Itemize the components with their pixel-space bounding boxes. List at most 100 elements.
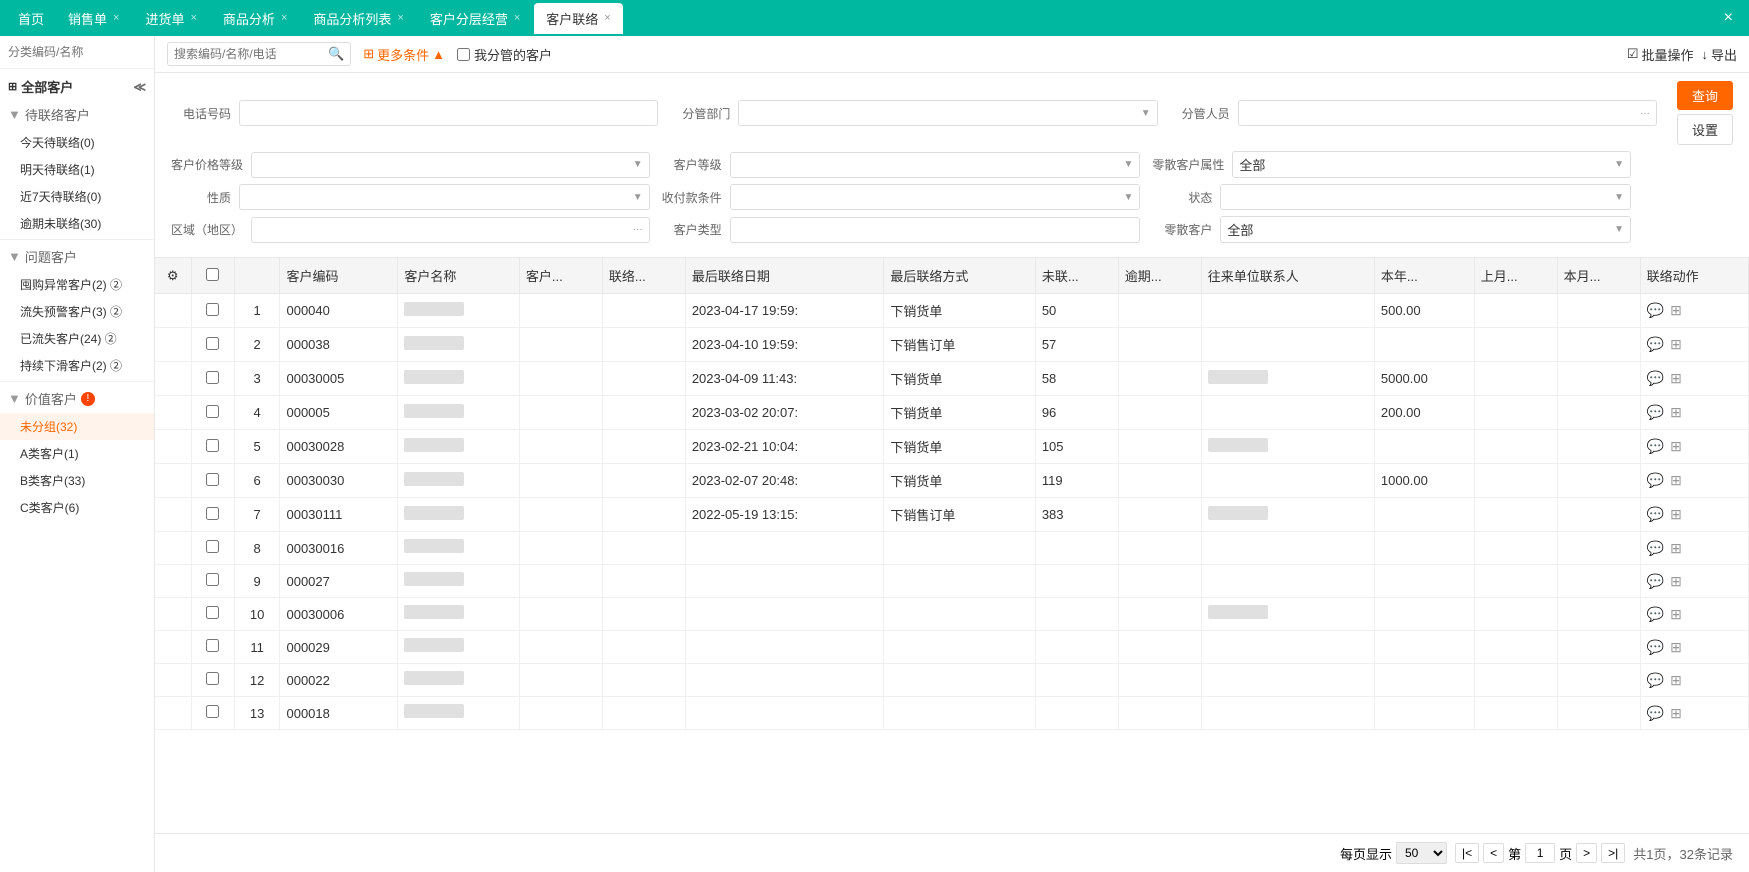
nav-tab-customer-contact[interactable]: 客户联络 ×	[534, 3, 622, 34]
more-action-icon[interactable]: ⊞	[1670, 705, 1682, 722]
nav-tab-customer-layer[interactable]: 客户分层经营 ×	[418, 3, 532, 34]
call-icon[interactable]: 💬	[1647, 438, 1664, 455]
nav-tab-purchase[interactable]: 进货单 ×	[133, 3, 208, 34]
row-checkbox[interactable]	[206, 540, 219, 553]
search-btn[interactable]: 查询	[1677, 81, 1733, 110]
close-product-analysis-tab[interactable]: ×	[281, 12, 287, 24]
sidebar-collapse-btn[interactable]: ≪	[133, 80, 146, 94]
sidebar-item-abnormal[interactable]: 囤购异常客户(2) ②	[0, 271, 154, 298]
more-action-icon[interactable]: ⊞	[1670, 472, 1682, 489]
nav-tab-product-list[interactable]: 商品分析列表 ×	[301, 3, 415, 34]
payment-input[interactable]: ▼	[730, 184, 1141, 210]
call-icon[interactable]: 💬	[1647, 606, 1664, 623]
phone-input[interactable]	[239, 100, 658, 126]
sidebar-item-churned[interactable]: 已流失客户(24) ②	[0, 325, 154, 352]
window-close-btn[interactable]: ×	[1716, 5, 1741, 31]
call-icon[interactable]: 💬	[1647, 336, 1664, 353]
more-action-icon[interactable]: ⊞	[1670, 302, 1682, 319]
more-action-icon[interactable]: ⊞	[1670, 639, 1682, 656]
more-action-icon[interactable]: ⊞	[1670, 540, 1682, 557]
call-icon[interactable]: 💬	[1647, 506, 1664, 523]
call-icon[interactable]: 💬	[1647, 573, 1664, 590]
row-checkbox[interactable]	[206, 705, 219, 718]
sidebar-item-class-b[interactable]: B类客户(33)	[0, 467, 154, 494]
more-action-icon[interactable]: ⊞	[1670, 438, 1682, 455]
row-checkbox[interactable]	[206, 337, 219, 350]
dept-input[interactable]: ▼	[738, 100, 1157, 126]
td-last-contact-way[interactable]: 下销售订单	[884, 498, 1036, 532]
td-last-contact-way[interactable]	[884, 565, 1036, 598]
nav-tab-product-analysis[interactable]: 商品分析 ×	[211, 3, 299, 34]
select-all-checkbox[interactable]	[206, 268, 219, 281]
group-value-customers[interactable]: ▼ 价值客户 !	[0, 384, 154, 413]
td-last-contact-way[interactable]	[884, 532, 1036, 565]
row-checkbox[interactable]	[206, 507, 219, 520]
last-page-btn[interactable]: >|	[1601, 843, 1625, 863]
sidebar-item-overdue[interactable]: 逾期未联络(30)	[0, 210, 154, 237]
more-action-icon[interactable]: ⊞	[1670, 606, 1682, 623]
customer-level-input[interactable]: ▼	[730, 152, 1141, 178]
nav-tab-sales[interactable]: 销售单 ×	[56, 3, 131, 34]
reset-btn[interactable]: 设置	[1677, 114, 1733, 145]
export-btn[interactable]: ↓ 导出	[1701, 45, 1737, 64]
td-last-contact-way[interactable]	[884, 664, 1036, 697]
row-checkbox[interactable]	[206, 606, 219, 619]
call-icon[interactable]: 💬	[1647, 639, 1664, 656]
sidebar-item-class-c[interactable]: C类客户(6)	[0, 494, 154, 521]
more-action-icon[interactable]: ⊞	[1670, 672, 1682, 689]
per-page-select[interactable]: 50 20 100	[1396, 842, 1447, 864]
call-icon[interactable]: 💬	[1647, 705, 1664, 722]
call-icon[interactable]: 💬	[1647, 472, 1664, 489]
customer-type-input[interactable]	[730, 217, 1141, 243]
td-last-contact-way[interactable]: 下销货单	[884, 464, 1036, 498]
first-page-btn[interactable]: |<	[1455, 843, 1479, 863]
last-contact-way-link[interactable]: 下销货单	[890, 406, 942, 421]
last-contact-way-link[interactable]: 下销货单	[890, 372, 942, 387]
close-customer-contact-tab[interactable]: ×	[604, 12, 610, 24]
close-sales-tab[interactable]: ×	[113, 12, 119, 24]
call-icon[interactable]: 💬	[1647, 370, 1664, 387]
retail-attr-input[interactable]: 全部▼	[1232, 151, 1631, 178]
close-customer-layer-tab[interactable]: ×	[514, 12, 520, 24]
price-level-input[interactable]: ▼	[251, 152, 650, 178]
th-settings[interactable]: ⚙	[155, 258, 191, 294]
all-customers-header[interactable]: ⊞ 全部客户 ≪	[0, 69, 154, 100]
more-action-icon[interactable]: ⊞	[1670, 370, 1682, 387]
prev-page-btn[interactable]: <	[1483, 843, 1504, 863]
td-last-contact-way[interactable]: 下销售订单	[884, 328, 1036, 362]
more-action-icon[interactable]: ⊞	[1670, 573, 1682, 590]
sidebar-item-declining[interactable]: 持续下滑客户(2) ②	[0, 352, 154, 379]
row-checkbox[interactable]	[206, 405, 219, 418]
last-contact-way-link[interactable]: 下销货单	[890, 440, 942, 455]
td-last-contact-way[interactable]	[884, 631, 1036, 664]
sidebar-item-today[interactable]: 今天待联络(0)	[0, 129, 154, 156]
td-last-contact-way[interactable]: 下销货单	[884, 294, 1036, 328]
row-checkbox[interactable]	[206, 672, 219, 685]
group-pending-contact[interactable]: ▼ 待联络客户	[0, 100, 154, 129]
page-number-input[interactable]	[1525, 843, 1555, 863]
sidebar-item-7days[interactable]: 近7天待联络(0)	[0, 183, 154, 210]
next-page-btn[interactable]: >	[1576, 843, 1597, 863]
sidebar-search-input[interactable]	[8, 45, 155, 59]
last-contact-way-link[interactable]: 下销货单	[890, 304, 942, 319]
sidebar-item-churn-warning[interactable]: 流失预警客户(3) ②	[0, 298, 154, 325]
close-product-list-tab[interactable]: ×	[397, 12, 403, 24]
td-last-contact-way[interactable]: 下销货单	[884, 362, 1036, 396]
call-icon[interactable]: 💬	[1647, 302, 1664, 319]
call-icon[interactable]: 💬	[1647, 672, 1664, 689]
row-checkbox[interactable]	[206, 303, 219, 316]
td-last-contact-way[interactable]: 下销货单	[884, 430, 1036, 464]
nature-input[interactable]: ▼	[239, 184, 650, 210]
row-checkbox[interactable]	[206, 639, 219, 652]
call-icon[interactable]: 💬	[1647, 404, 1664, 421]
call-icon[interactable]: 💬	[1647, 540, 1664, 557]
last-contact-way-link[interactable]: 下销售订单	[890, 338, 955, 353]
last-contact-way-link[interactable]: 下销售订单	[890, 508, 955, 523]
row-checkbox[interactable]	[206, 573, 219, 586]
sidebar-item-unclassified[interactable]: 未分组(32)	[0, 413, 154, 440]
td-last-contact-way[interactable]	[884, 598, 1036, 631]
row-checkbox[interactable]	[206, 473, 219, 486]
more-action-icon[interactable]: ⊞	[1670, 506, 1682, 523]
nav-home[interactable]: 首页	[8, 3, 54, 34]
row-checkbox[interactable]	[206, 371, 219, 384]
